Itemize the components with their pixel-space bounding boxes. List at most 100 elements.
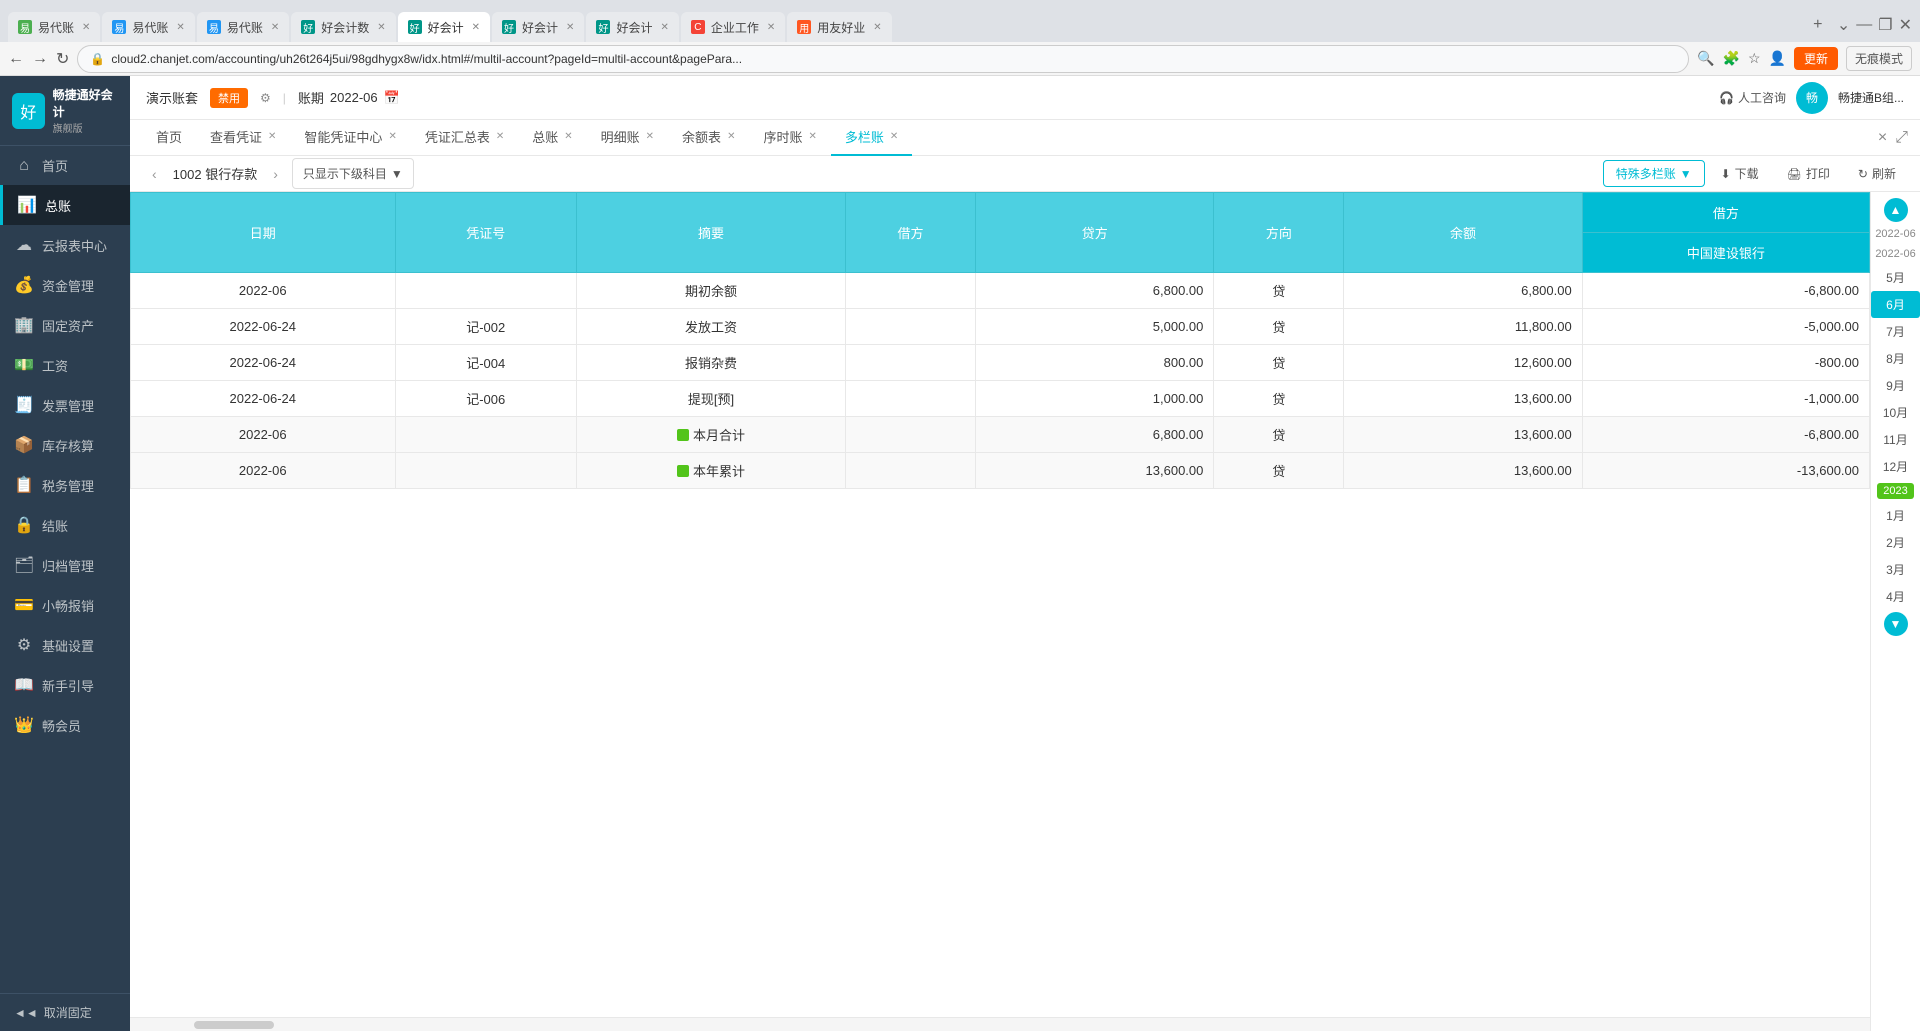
ledger-table-wrapper[interactable]: 日期 凭证号 摘要 借方 贷方 方向 余额 借方 中国建设银行 <box>130 192 1870 1017</box>
browser-tab-2[interactable]: 易易代账✕ <box>102 12 194 42</box>
date-month-2022-5月[interactable]: 5月 <box>1871 264 1920 291</box>
date-scroll-up-button[interactable]: ▲ <box>1884 198 1908 222</box>
date-month-2022-12月[interactable]: 12月 <box>1871 453 1920 480</box>
voucher-link[interactable]: 记-002 <box>466 320 505 335</box>
restore-button[interactable]: ❐ <box>1878 15 1892 35</box>
incognito-button[interactable]: 无痕模式 <box>1846 46 1912 71</box>
prev-account-button[interactable]: ‹ <box>146 166 163 182</box>
nav-tab-余额表[interactable]: 余额表✕ <box>668 120 749 156</box>
date-month-2023-2月[interactable]: 2月 <box>1871 529 1920 556</box>
nav-tab-close-icon[interactable]: ✕ <box>564 131 572 142</box>
horizontal-scrollbar[interactable] <box>130 1017 1870 1031</box>
date-month-2022-10月[interactable]: 10月 <box>1871 399 1920 426</box>
close-window-button[interactable]: ✕ <box>1899 15 1912 35</box>
sidebar-item-archive[interactable]: 🗂归档管理 <box>0 545 130 585</box>
date-month-2023-4月[interactable]: 4月 <box>1871 583 1920 610</box>
voucher-link[interactable]: 记-006 <box>466 392 505 407</box>
nav-tab-close-icon[interactable]: ✕ <box>388 131 396 142</box>
tab-close-icon[interactable]: ✕ <box>767 22 775 33</box>
cell-direction: 贷 <box>1214 309 1344 345</box>
sidebar-item-reports[interactable]: ☁云报表中心 <box>0 225 130 265</box>
download-button[interactable]: ⬇ 下载 <box>1713 161 1767 186</box>
tab-overflow-button[interactable]: ⌄ <box>1837 15 1850 35</box>
date-month-2022-11月[interactable]: 11月 <box>1871 426 1920 453</box>
refresh-browser-button[interactable]: ↻ <box>56 49 69 69</box>
nav-tab-首页[interactable]: 首页 <box>142 120 196 156</box>
minimize-button[interactable]: — <box>1856 16 1872 34</box>
calendar-icon[interactable]: 📅 <box>384 90 400 106</box>
close-panel-icon[interactable]: × <box>1878 129 1887 147</box>
expand-panel-icon[interactable]: ⤢ <box>1895 129 1908 147</box>
sidebar-item-settings[interactable]: ⚙基础设置 <box>0 625 130 665</box>
tab-close-icon[interactable]: ✕ <box>82 22 90 33</box>
sidebar-item-ledger[interactable]: 📊总账 <box>0 185 130 225</box>
sidebar-item-home[interactable]: ⌂首页 <box>0 146 130 185</box>
browser-tab-1[interactable]: 易易代账✕ <box>8 12 100 42</box>
tab-close-icon[interactable]: ✕ <box>660 22 668 33</box>
sidebar-item-funds[interactable]: 💰资金管理 <box>0 265 130 305</box>
date-month-2022-6月[interactable]: 6月 <box>1871 291 1920 318</box>
date-month-2023-1月[interactable]: 1月 <box>1871 502 1920 529</box>
sidebar-pin-button[interactable]: ◄◄ 取消固定 <box>0 993 130 1031</box>
browser-tab-5[interactable]: 好好会计✕ <box>398 12 490 42</box>
nav-tab-总账[interactable]: 总账✕ <box>518 120 586 156</box>
next-account-button[interactable]: › <box>267 166 284 182</box>
sidebar-item-salary[interactable]: 💵工资 <box>0 345 130 385</box>
date-month-2022-7月[interactable]: 7月 <box>1871 318 1920 345</box>
browser-tab-8[interactable]: C企业工作✕ <box>681 12 785 42</box>
forward-button[interactable]: → <box>32 50 48 68</box>
sidebar-item-member[interactable]: 👑畅会员 <box>0 705 130 745</box>
sidebar-item-tax[interactable]: 📋税务管理 <box>0 465 130 505</box>
nav-tab-close-icon[interactable]: ✕ <box>646 131 654 142</box>
sidebar-item-expense[interactable]: 💳小畅报销 <box>0 585 130 625</box>
nav-tab-明细账[interactable]: 明细账✕ <box>587 120 668 156</box>
tab-close-icon[interactable]: ✕ <box>271 22 279 33</box>
show-sub-accounts-button[interactable]: 只显示下级科目 ▼ <box>292 158 414 189</box>
nav-tab-多栏账[interactable]: 多栏账✕ <box>831 120 912 156</box>
print-button[interactable]: 🖨 打印 <box>1779 161 1838 186</box>
settings-icon[interactable]: ⚙ <box>260 91 271 105</box>
sidebar-item-assets[interactable]: 🏢固定资产 <box>0 305 130 345</box>
tab-close-icon[interactable]: ✕ <box>566 22 574 33</box>
update-button[interactable]: 更新 <box>1794 47 1838 70</box>
browser-tab-9[interactable]: 用用友好业✕ <box>787 12 891 42</box>
tab-close-icon[interactable]: ✕ <box>176 22 184 33</box>
search-browser-button[interactable]: 🔍 <box>1697 50 1714 67</box>
bookmark-button[interactable]: ☆ <box>1748 50 1761 67</box>
nav-tab-close-icon[interactable]: ✕ <box>268 131 276 142</box>
profile-button[interactable]: 👤 <box>1769 50 1786 67</box>
cell-balance: 12,600.00 <box>1344 345 1582 381</box>
sidebar-item-inventory[interactable]: 📦库存核算 <box>0 425 130 465</box>
browser-tab-6[interactable]: 好好会计✕ <box>492 12 584 42</box>
nav-tab-查看凭证[interactable]: 查看凭证✕ <box>196 120 290 156</box>
nav-tab-close-icon[interactable]: ✕ <box>727 131 735 142</box>
sidebar-item-close[interactable]: 🔒结账 <box>0 505 130 545</box>
back-button[interactable]: ← <box>8 50 24 68</box>
tab-close-icon[interactable]: ✕ <box>377 22 385 33</box>
cell-balance: 6,800.00 <box>1344 273 1582 309</box>
tab-close-icon[interactable]: ✕ <box>472 22 480 33</box>
nav-tab-close-icon[interactable]: ✕ <box>808 131 816 142</box>
nav-tab-close-icon[interactable]: ✕ <box>496 131 504 142</box>
date-month-2023-3月[interactable]: 3月 <box>1871 556 1920 583</box>
browser-tab-7[interactable]: 好好会计✕ <box>586 12 678 42</box>
url-bar[interactable]: 🔒 cloud2.chanjet.com/accounting/uh26t264… <box>77 45 1689 73</box>
nav-tab-close-icon[interactable]: ✕ <box>890 131 898 142</box>
browser-tab-3[interactable]: 易易代账✕ <box>197 12 289 42</box>
browser-tab-4[interactable]: 好好会计数✕ <box>291 12 395 42</box>
nav-tab-智能凭证中心[interactable]: 智能凭证中心✕ <box>290 120 410 156</box>
nav-tab-凭证汇总表[interactable]: 凭证汇总表✕ <box>411 120 518 156</box>
voucher-link[interactable]: 记-004 <box>466 356 505 371</box>
date-scroll-down-button[interactable]: ▼ <box>1884 612 1908 636</box>
date-month-2022-8月[interactable]: 8月 <box>1871 345 1920 372</box>
special-multi-ledger-button[interactable]: 特殊多栏账 ▼ <box>1603 160 1705 187</box>
consult-button[interactable]: 🎧 人工咨询 <box>1719 89 1786 106</box>
nav-tab-序时账[interactable]: 序时账✕ <box>749 120 830 156</box>
tab-close-icon[interactable]: ✕ <box>873 22 881 33</box>
new-tab-button[interactable]: + <box>1805 12 1831 38</box>
sidebar-item-guide[interactable]: 📖新手引导 <box>0 665 130 705</box>
sidebar-item-invoice[interactable]: 🧾发票管理 <box>0 385 130 425</box>
refresh-ledger-button[interactable]: ↻ 刷新 <box>1850 161 1904 186</box>
date-month-2022-9月[interactable]: 9月 <box>1871 372 1920 399</box>
extensions-button[interactable]: 🧩 <box>1723 50 1740 67</box>
